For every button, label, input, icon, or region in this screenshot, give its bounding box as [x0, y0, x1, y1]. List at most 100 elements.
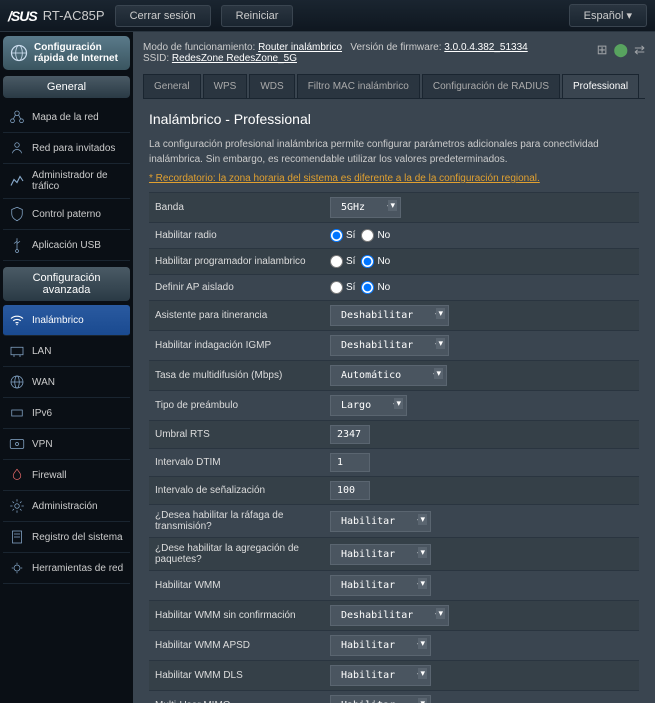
op-mode[interactable]: Router inalámbrico [258, 42, 342, 53]
settings-form: Banda5GHz Habilitar radioSíNo Habilitar … [149, 192, 639, 703]
status-bar: ⊞⬤⇄ Modo de funcionamiento: Router inalá… [143, 38, 645, 68]
top-bar: /SUS RT-AC85P Cerrar sesión Reiniciar Es… [0, 0, 655, 32]
main-panel: ⊞⬤⇄ Modo de funcionamiento: Router inalá… [133, 32, 655, 703]
traffic-icon [8, 172, 26, 190]
tab-mac-filter[interactable]: Filtro MAC inalámbrico [297, 74, 420, 98]
sidebar-item-traffic[interactable]: Administrador de tráfico [3, 164, 130, 199]
label-band: Banda [149, 197, 324, 218]
chevron-down-icon: ▾ [626, 10, 632, 22]
model-name: RT-AC85P [43, 8, 105, 23]
apiso-no[interactable] [361, 281, 374, 294]
tab-general[interactable]: General [143, 74, 201, 98]
tab-professional[interactable]: Professional [562, 74, 639, 98]
section-advanced: Configuración avanzada [3, 267, 130, 301]
label-wmm: Habilitar WMM [149, 575, 324, 596]
tab-radius[interactable]: Configuración de RADIUS [422, 74, 560, 98]
sidebar-item-wan[interactable]: WAN [3, 367, 130, 398]
sidebar-item-usb[interactable]: Aplicación USB [3, 230, 130, 261]
band-select[interactable]: 5GHz [330, 197, 401, 218]
tab-wds[interactable]: WDS [249, 74, 294, 98]
firewall-icon [8, 466, 26, 484]
usb-icon [8, 236, 26, 254]
mcast-select[interactable]: Automático [330, 365, 447, 386]
fw-version[interactable]: 3.0.0.4.382_51334 [444, 42, 527, 53]
gear-icon [8, 497, 26, 515]
nav-label: Aplicación USB [32, 240, 101, 251]
roam-select[interactable]: Deshabilitar [330, 305, 449, 326]
label-beacon: Intervalo de señalización [149, 480, 324, 501]
label-dtim: Intervalo DTIM [149, 452, 324, 473]
label-apiso: Definir AP aislado [149, 277, 324, 298]
log-icon [8, 528, 26, 546]
nav-label: Administrador de tráfico [32, 170, 125, 192]
label-igmp: Habilitar indagación IGMP [149, 335, 324, 356]
tabs: General WPS WDS Filtro MAC inalámbrico C… [143, 74, 645, 99]
guest-icon [8, 139, 26, 157]
wmmapsd-select[interactable]: Habilitar [330, 635, 431, 656]
timezone-reminder[interactable]: * Recordatorio: la zona horaria del sist… [149, 173, 639, 184]
radio-enable-yes[interactable] [330, 229, 343, 242]
nav-label: Control paterno [32, 209, 101, 220]
label-radio: Habilitar radio [149, 225, 324, 246]
nav-label: IPv6 [32, 408, 52, 419]
label-roam: Asistente para itinerancia [149, 305, 324, 326]
sidebar-item-vpn[interactable]: VPN [3, 429, 130, 460]
nav-label: Mapa de la red [32, 112, 99, 123]
sidebar-item-network-map[interactable]: Mapa de la red [3, 102, 130, 133]
label-txburst: ¿Desea habilitar la ráfaga de transmisió… [149, 505, 324, 537]
wmmdls-select[interactable]: Habilitar [330, 665, 431, 686]
tools-icon [8, 559, 26, 577]
label-preamble: Tipo de preámbulo [149, 395, 324, 416]
sidebar-item-guest[interactable]: Red para invitados [3, 133, 130, 164]
sidebar-item-firewall[interactable]: Firewall [3, 460, 130, 491]
label-pktagg: ¿Dese habilitar la agregación de paquete… [149, 538, 324, 570]
label-mumimo: Multi-User MIMO [149, 695, 324, 703]
quick-internet-setup[interactable]: Configuración rápida de Internet [3, 36, 130, 70]
sidebar-item-lan[interactable]: LAN [3, 336, 130, 367]
sidebar-item-tools[interactable]: Herramientas de red [3, 553, 130, 584]
radio-enable-no[interactable] [361, 229, 374, 242]
language-select[interactable]: Español ▾ [569, 4, 647, 27]
apiso-yes[interactable] [330, 281, 343, 294]
reboot-button[interactable]: Reiniciar [221, 5, 294, 27]
vpn-icon [8, 435, 26, 453]
sidebar: Configuración rápida de Internet General… [0, 32, 133, 703]
brand-logo: /SUS [8, 8, 37, 24]
pktagg-select[interactable]: Habilitar [330, 544, 431, 565]
nav-label: Red para invitados [32, 143, 115, 154]
ipv6-icon [8, 404, 26, 422]
sitemap-icon[interactable]: ⊞ [597, 42, 608, 58]
sidebar-item-parental[interactable]: Control paterno [3, 199, 130, 230]
sidebar-item-ipv6[interactable]: IPv6 [3, 398, 130, 429]
usb-status-icon[interactable]: ⬤ [614, 42, 629, 58]
label-rts: Umbral RTS [149, 424, 324, 445]
shield-icon [8, 205, 26, 223]
igmp-select[interactable]: Deshabilitar [330, 335, 449, 356]
logout-button[interactable]: Cerrar sesión [115, 5, 211, 27]
nav-label: Herramientas de red [32, 563, 123, 574]
tab-wps[interactable]: WPS [203, 74, 248, 98]
wmm-select[interactable]: Habilitar [330, 575, 431, 596]
wmmna-select[interactable]: Deshabilitar [330, 605, 449, 626]
link-icon[interactable]: ⇄ [634, 42, 645, 58]
sidebar-item-log[interactable]: Registro del sistema [3, 522, 130, 553]
ssid: RedesZone RedesZone_5G [172, 53, 297, 64]
preamble-select[interactable]: Largo [330, 395, 407, 416]
map-icon [8, 108, 26, 126]
mumimo-select[interactable]: Habilitar [330, 695, 431, 703]
label-mcast: Tasa de multidifusión (Mbps) [149, 365, 324, 386]
rts-input[interactable] [330, 425, 370, 444]
language-label: Español [584, 10, 624, 22]
sidebar-item-wireless[interactable]: Inalámbrico [3, 305, 130, 336]
label-wmmna: Habilitar WMM sin confirmación [149, 605, 324, 626]
dtim-input[interactable] [330, 453, 370, 472]
beacon-input[interactable] [330, 481, 370, 500]
txburst-select[interactable]: Habilitar [330, 511, 431, 532]
globe-icon [9, 43, 29, 63]
sched-yes[interactable] [330, 255, 343, 268]
sidebar-item-admin[interactable]: Administración [3, 491, 130, 522]
sched-no[interactable] [361, 255, 374, 268]
nav-label: WAN [32, 377, 55, 388]
nav-label: Registro del sistema [32, 532, 123, 543]
nav-label: Firewall [32, 470, 66, 481]
